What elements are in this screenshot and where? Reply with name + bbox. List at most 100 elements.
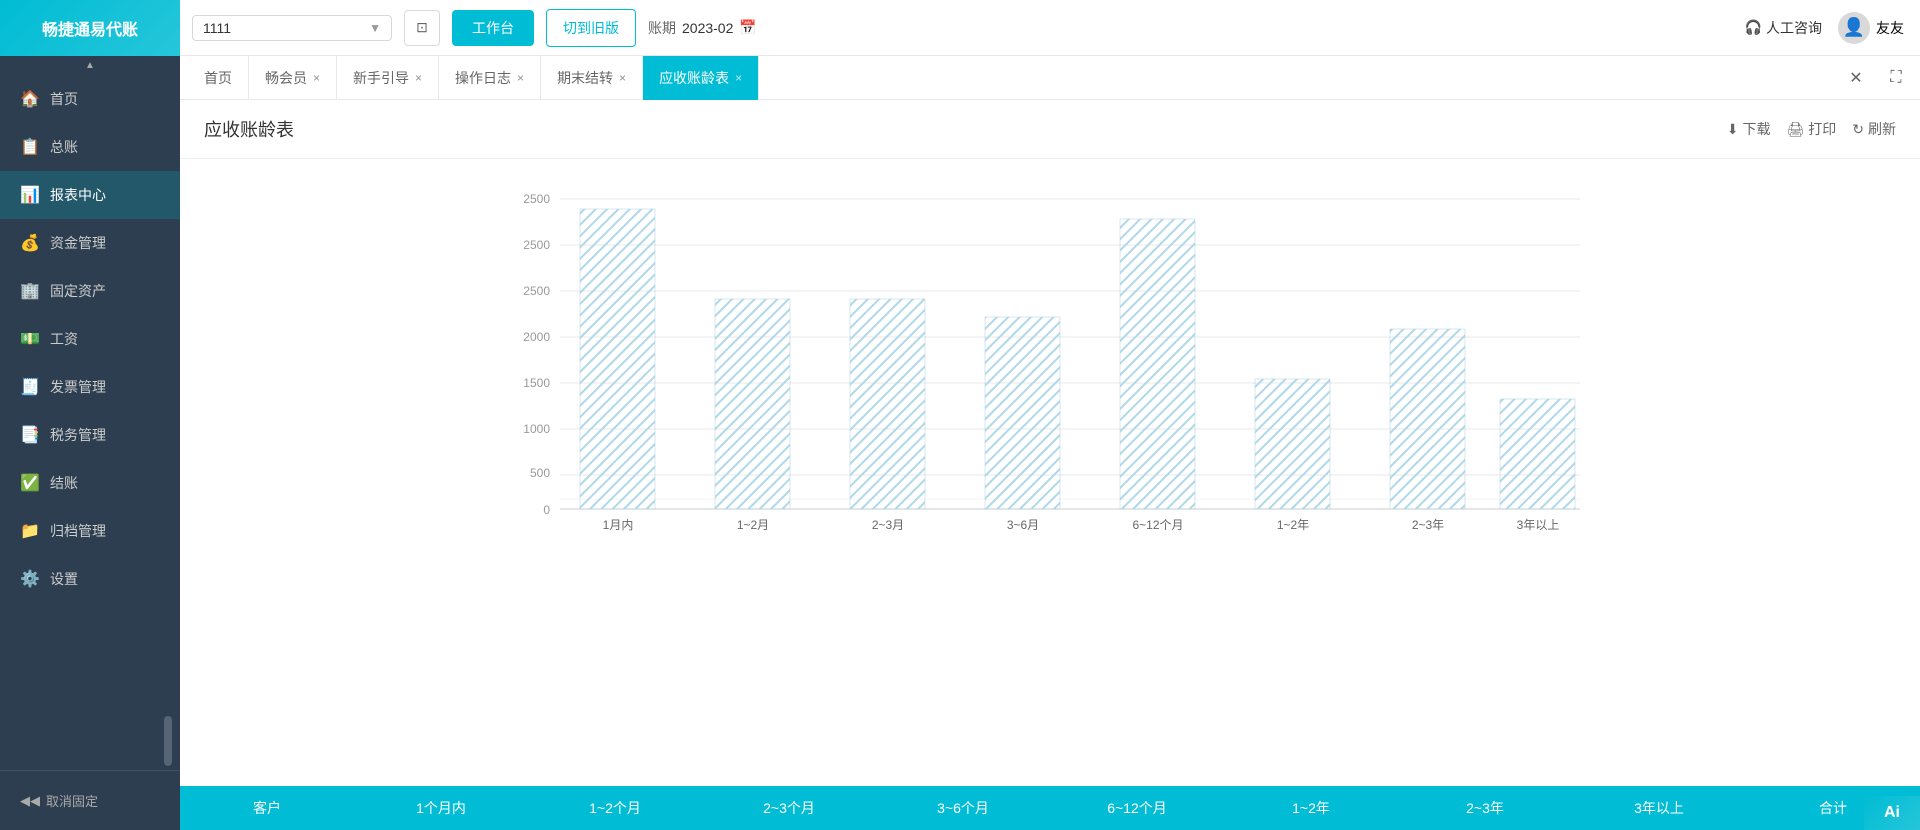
sidebar-icon-archive: 📁 [20,521,40,541]
cancel-fixed-label: 取消固定 [46,791,98,810]
bar-month23 [850,299,925,509]
tab-label-member: 畅会员 [265,68,307,88]
bar-month36 [985,317,1060,509]
svg-text:1~2月: 1~2月 [737,518,769,532]
sidebar-item-tax[interactable]: 📑税务管理 [0,411,180,459]
svg-text:3年以上: 3年以上 [1517,518,1560,532]
table-header-year23: 2~3年 [1398,798,1572,818]
tab-close-oplog[interactable]: × [517,71,524,85]
sidebar-item-settings[interactable]: ⚙️ 设置 [0,555,180,603]
bar-year12 [1255,379,1330,509]
sidebar-item-funds[interactable]: 💰资金管理 [0,219,180,267]
page-content: 应收账龄表 ⬇ 下载 🖨 打印 ↻ 刷新 [180,100,1920,830]
sidebar-item-archive[interactable]: 📁 归档管理 [0,507,180,555]
top-header: 畅捷通易代账 1111 ▼ ⊡ 工作台 切到旧版 账期 2023-02 📅 🎧 … [0,0,1920,56]
svg-text:2000: 2000 [523,330,550,344]
table-header-month1: 1个月内 [354,798,528,818]
download-icon: ⬇ [1727,121,1739,138]
tab-member[interactable]: 畅会员 × [249,56,337,100]
svg-text:0: 0 [543,503,550,517]
tab-oplog[interactable]: 操作日志 × [439,56,541,100]
download-button[interactable]: ⬇ 下载 [1727,119,1771,139]
consulting-button[interactable]: 🎧 人工咨询 [1745,18,1822,38]
sidebar-label-ledger: 总账 [50,137,78,157]
cancel-fixed-button[interactable]: ◀◀ 取消固定 [0,781,180,820]
table-header-month612: 6~12个月 [1050,798,1224,818]
sidebar-label-reports: 报表中心 [50,185,106,205]
tab-label-oplog: 操作日志 [455,68,511,88]
bar-month612 [1120,219,1195,509]
svg-text:2500: 2500 [523,192,550,206]
sidebar-label-checkout: 结账 [50,473,78,493]
sidebar-scroll-indicator [164,716,172,766]
table-header-customer: 客户 [180,798,354,818]
refresh-button[interactable]: ↻ 刷新 [1852,119,1896,139]
svg-text:6~12个月: 6~12个月 [1132,518,1183,532]
page-title: 应收账龄表 [204,116,294,142]
expand-tab-button[interactable]: ⛶ [1880,62,1912,94]
table-header-year3plus: 3年以上 [1572,798,1746,818]
company-selector[interactable]: 1111 ▼ [192,15,392,41]
svg-text:2500: 2500 [523,238,550,252]
close-tab-button[interactable]: ✕ [1840,62,1872,94]
sidebar-item-home[interactable]: 🏠 首页 [0,75,180,123]
user-area[interactable]: 👤 友友 [1838,12,1904,44]
sidebar-icon-settings: ⚙️ [20,569,40,589]
calendar-icon[interactable]: 📅 [739,19,756,36]
sidebar-icon-ledger: 📋 [20,137,40,157]
table-header-bar: 客户1个月内1~2个月2~3个月3~6个月6~12个月1~2年2~3年3年以上合… [180,786,1920,830]
sidebar-label-home: 首页 [50,89,78,109]
tab-guide[interactable]: 新手引导 × [337,56,439,100]
user-avatar: 👤 [1838,12,1870,44]
tab-close-period-end[interactable]: × [619,71,626,85]
sidebar-item-reports[interactable]: 📊 报表中心 [0,171,180,219]
ai-badge[interactable]: Ai [1864,796,1920,830]
sidebar-label-tax: 税务管理 [50,425,106,445]
table-header-month23: 2~3个月 [702,798,876,818]
tab-close-guide[interactable]: × [415,71,422,85]
bar-year23 [1390,329,1465,509]
sidebar-item-ledger[interactable]: 📋 总账 [0,123,180,171]
period-value: 2023-02 [682,20,733,36]
bar-month1 [580,209,655,509]
tab-close-aging[interactable]: × [735,71,742,85]
sidebar-bottom: ◀◀ 取消固定 [0,770,180,830]
sidebar-item-payroll[interactable]: 💵工资 [0,315,180,363]
tab-label-guide: 新手引导 [353,68,409,88]
tab-period-end[interactable]: 期末结转 × [541,56,643,100]
period-area: 账期 2023-02 📅 [648,18,757,38]
svg-text:1~2年: 1~2年 [1277,518,1309,532]
table-header-year12: 1~2年 [1224,798,1398,818]
sidebar-icon-fixed-assets: 🏢 [20,281,40,301]
sidebar-label-invoice: 发票管理 [50,377,106,397]
sidebar-label-archive: 归档管理 [50,521,106,541]
workbench-button[interactable]: 工作台 [452,10,534,46]
sidebar-item-invoice[interactable]: 🧾发票管理 [0,363,180,411]
sidebar-icon-home: 🏠 [20,89,40,109]
sidebar-label-payroll: 工资 [50,329,78,349]
bar-year3plus [1500,399,1575,509]
svg-text:1500: 1500 [523,376,550,390]
print-button[interactable]: 🖨 打印 [1786,119,1836,139]
tab-close-member[interactable]: × [313,71,320,85]
sidebar-label-funds: 资金管理 [50,233,106,253]
pin-icon: ◀◀ [20,793,40,809]
print-icon: 🖨 [1786,121,1804,138]
bar-chart: 2500 2500 2500 2000 1500 1000 500 0 [204,179,1896,559]
sidebar-item-checkout[interactable]: ✅结账 [0,459,180,507]
svg-text:2~3月: 2~3月 [872,518,904,532]
svg-text:2500: 2500 [523,284,550,298]
archive-icon-btn[interactable]: ⊡ [404,10,440,46]
page-header: 应收账龄表 ⬇ 下载 🖨 打印 ↻ 刷新 [180,100,1920,159]
tab-aging[interactable]: 应收账龄表× [643,56,759,100]
sidebar-label-settings: 设置 [50,569,78,589]
tab-label-period-end: 期末结转 [557,68,613,88]
tab-label-home: 首页 [204,68,232,88]
sidebar-icon-reports: 📊 [20,185,40,205]
tab-home[interactable]: 首页 [188,56,249,100]
sidebar-label-fixed-assets: 固定资产 [50,281,106,301]
sidebar-item-fixed-assets[interactable]: 🏢 固定资产 [0,267,180,315]
switch-version-button[interactable]: 切到旧版 [546,9,636,47]
page-actions: ⬇ 下载 🖨 打印 ↻ 刷新 [1727,119,1896,139]
tabs-bar: 首页畅会员×新手引导×操作日志×期末结转×应收账龄表× ✕ ⛶ [180,56,1920,100]
